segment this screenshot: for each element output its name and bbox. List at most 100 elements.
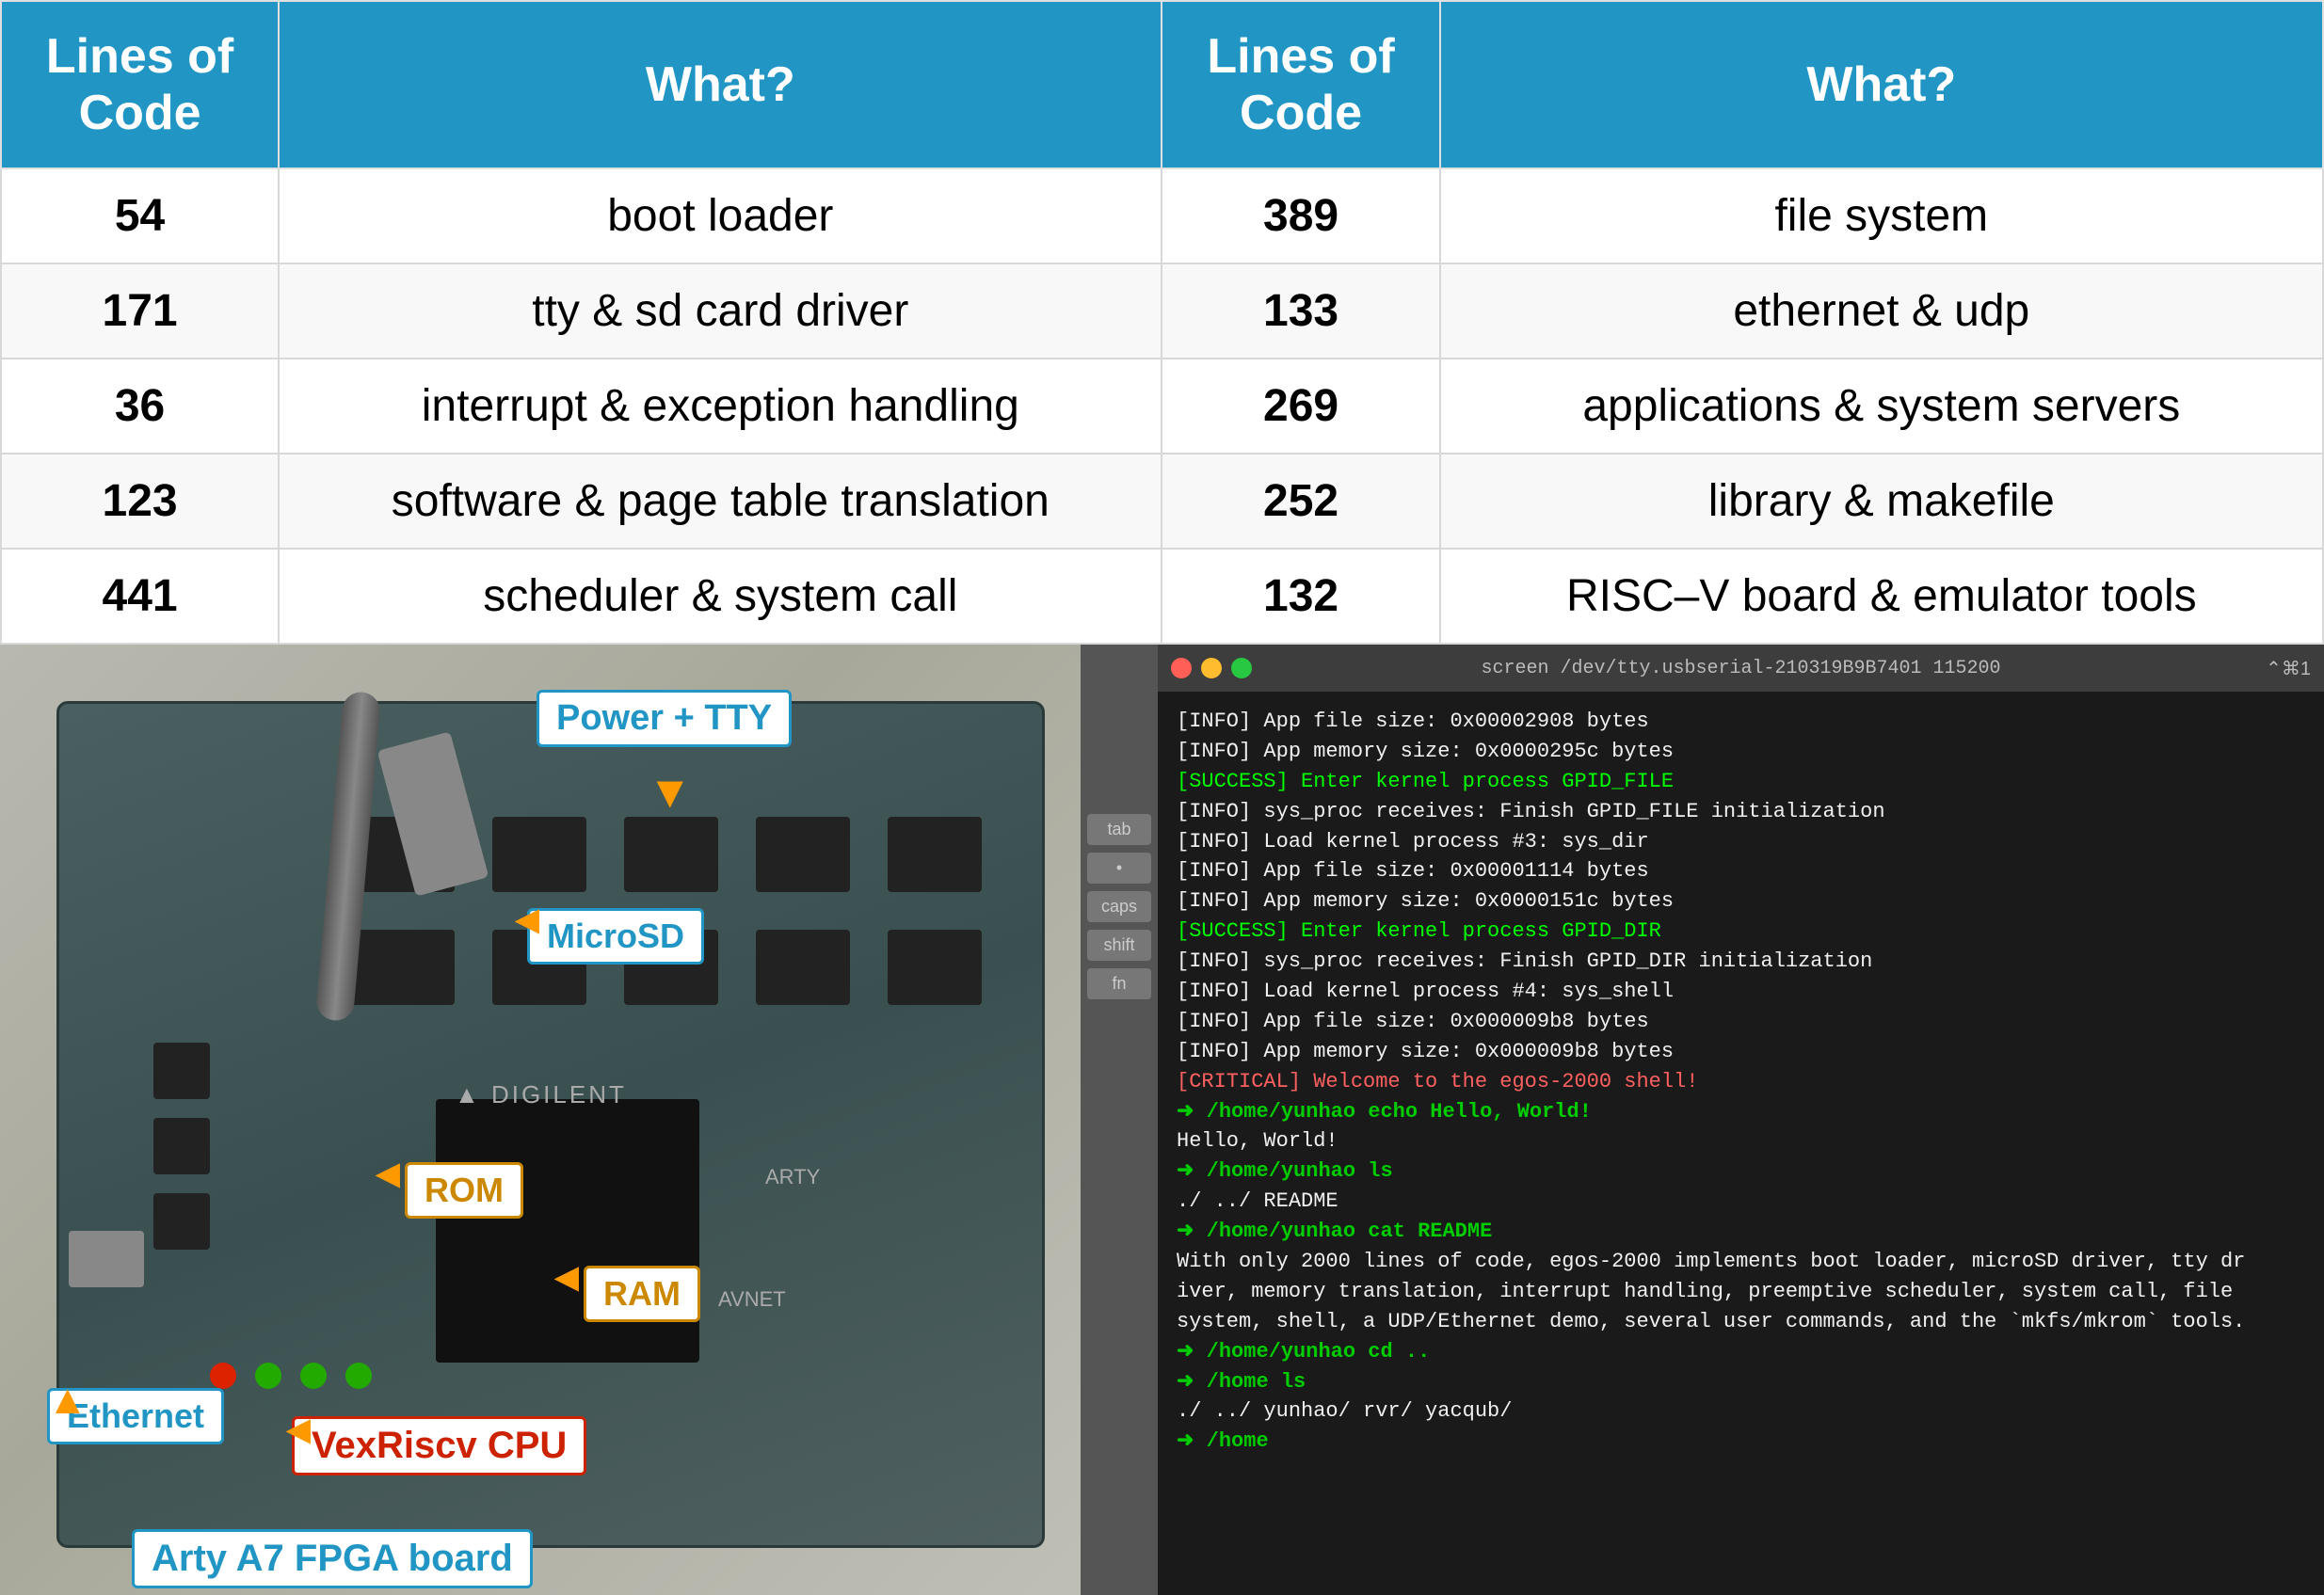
what1-cell: software & page table translation [279, 454, 1162, 549]
terminal-line: system, shell, a UDP/Ethernet demo, seve… [1177, 1307, 2305, 1337]
label-rom: ROM [405, 1162, 523, 1219]
chip3 [624, 817, 718, 892]
what2-cell: applications & system servers [1440, 359, 2323, 454]
terminal-line: [INFO] Load kernel process #4: sys_shell [1177, 977, 2305, 1007]
chip4 [756, 817, 850, 892]
loc2-cell: 132 [1162, 549, 1439, 644]
terminal-line: ➜ /home/yunhao cd .. [1177, 1337, 2305, 1367]
terminal-text: [INFO] App memory size: 0x000009b8 bytes [1177, 1040, 1674, 1063]
buttons-row [210, 1363, 372, 1389]
loc1-cell: 123 [1, 454, 279, 549]
terminal-text: [INFO] App file size: 0x00002908 bytes [1177, 710, 1649, 733]
terminal-window: screen /dev/tty.usbserial-210319B9B7401 … [1158, 645, 2324, 1595]
table-row: 171 tty & sd card driver 133 ethernet & … [1, 263, 2323, 359]
chip-small3 [153, 1193, 210, 1250]
terminal-line: ./ ../ yunhao/ rvr/ yacqub/ [1177, 1396, 2305, 1427]
terminal-line: ➜ /home [1177, 1427, 2305, 1457]
terminal-text: ➜ /home/yunhao echo Hello, World! [1177, 1100, 1592, 1124]
terminal-text: ➜ /home/yunhao cat README [1177, 1220, 1492, 1243]
chip5 [888, 817, 982, 892]
what2-cell: RISC–V board & emulator tools [1440, 549, 2323, 644]
what2-cell: library & makefile [1440, 454, 2323, 549]
label-ram: RAM [584, 1266, 700, 1322]
loc1-cell: 441 [1, 549, 279, 644]
terminal-text: ➜ /home [1177, 1429, 1269, 1453]
terminal-line: [INFO] App file size: 0x00002908 bytes [1177, 707, 2305, 737]
terminal-text: ./ ../ README [1177, 1189, 1338, 1213]
terminal-text: [INFO] Load kernel process #4: sys_shell [1177, 980, 1674, 1003]
minimize-button[interactable] [1201, 658, 1222, 678]
terminal-text: ➜ /home/yunhao ls [1177, 1159, 1393, 1183]
terminal-text: [INFO] App file size: 0x000009b8 bytes [1177, 1010, 1649, 1033]
terminal-line: [SUCCESS] Enter kernel process GPID_DIR [1177, 917, 2305, 947]
loc1-cell: 36 [1, 359, 279, 454]
terminal-line: [INFO] App file size: 0x00001114 bytes [1177, 856, 2305, 886]
terminal-line: ➜ /home/yunhao ls [1177, 1156, 2305, 1187]
top-section: Lines of Code What? Lines of Code What? … [0, 0, 2324, 645]
label-arty: Arty A7 FPGA board [132, 1529, 533, 1588]
terminal-text: [INFO] App memory size: 0x0000295c bytes [1177, 740, 1674, 763]
close-button[interactable] [1171, 658, 1192, 678]
arrow-microsd: ◄ [506, 897, 548, 944]
key-dot: • [1087, 853, 1151, 884]
brand-arty: ARTY [765, 1165, 820, 1189]
brand-avnet: AVNET [718, 1287, 786, 1312]
terminal-body: [INFO] App file size: 0x00002908 bytes [I… [1158, 692, 2324, 1595]
what2-cell: ethernet & udp [1440, 263, 2323, 359]
what1-cell: interrupt & exception handling [279, 359, 1162, 454]
table-row: 36 interrupt & exception handling 269 ap… [1, 359, 2323, 454]
table-row: 123 software & page table translation 25… [1, 454, 2323, 549]
board-photo: ▲ DIGILENT ARTY AVNET Power + TTY ▼ Micr… [0, 645, 1158, 1595]
arrow-rom: ◄ [367, 1151, 409, 1198]
terminal-text: ➜ /home ls [1177, 1370, 1306, 1394]
terminal-text: [INFO] App memory size: 0x0000151c bytes [1177, 889, 1674, 913]
terminal-text: system, shell, a UDP/Ethernet demo, seve… [1177, 1310, 2245, 1333]
header-loc1: Lines of Code [1, 1, 279, 168]
loc2-cell: 133 [1162, 263, 1439, 359]
keyboard-strip: tab • caps shift fn [1081, 645, 1158, 1595]
terminal-line: ➜ /home ls [1177, 1367, 2305, 1397]
arrow-vexriscv: ◄ [278, 1407, 319, 1454]
btn-green2 [300, 1363, 327, 1389]
label-powertty: Power + TTY [537, 690, 792, 747]
key-caps: caps [1087, 891, 1151, 922]
header-loc2: Lines of Code [1162, 1, 1439, 168]
loc2-cell: 389 [1162, 168, 1439, 263]
loc2-cell: 269 [1162, 359, 1439, 454]
maximize-button[interactable] [1231, 658, 1252, 678]
terminal-text: [INFO] sys_proc receives: Finish GPID_FI… [1177, 800, 1885, 823]
table-row: 441 scheduler & system call 132 RISC–V b… [1, 549, 2323, 644]
bottom-section: ▲ DIGILENT ARTY AVNET Power + TTY ▼ Micr… [0, 645, 2324, 1595]
terminal-line: Hello, World! [1177, 1126, 2305, 1156]
terminal-text: Hello, World! [1177, 1129, 1338, 1153]
btn-red [210, 1363, 236, 1389]
terminal-text: [SUCCESS] Enter kernel process GPID_FILE [1177, 770, 1674, 793]
terminal-line: [INFO] sys_proc receives: Finish GPID_DI… [1177, 947, 2305, 977]
terminal-line: [SUCCESS] Enter kernel process GPID_FILE [1177, 767, 2305, 797]
terminal-line: ./ ../ README [1177, 1187, 2305, 1217]
chip2 [492, 817, 586, 892]
terminal-line: ➜ /home/yunhao echo Hello, World! [1177, 1097, 2305, 1127]
what1-cell: scheduler & system call [279, 549, 1162, 644]
label-vexriscv: VexRiscv CPU [292, 1416, 586, 1475]
terminal-text: [INFO] Load kernel process #3: sys_dir [1177, 830, 1649, 853]
terminal-line: [INFO] App memory size: 0x0000151c bytes [1177, 886, 2305, 917]
terminal-text: With only 2000 lines of code, egos-2000 … [1177, 1250, 2245, 1273]
terminal-line: With only 2000 lines of code, egos-2000 … [1177, 1247, 2305, 1277]
terminal-text: [CRITICAL] Welcome to the egos-2000 shel… [1177, 1070, 1699, 1093]
terminal-text: ➜ /home/yunhao cd .. [1177, 1340, 1430, 1364]
what2-cell: file system [1440, 168, 2323, 263]
ethernet-port [69, 1231, 144, 1287]
brand-digilent: ▲ DIGILENT [455, 1080, 627, 1109]
terminal-line: [CRITICAL] Welcome to the egos-2000 shel… [1177, 1067, 2305, 1097]
chip9 [756, 930, 850, 1005]
lines-of-code-table: Lines of Code What? Lines of Code What? … [0, 0, 2324, 645]
terminal-text: [SUCCESS] Enter kernel process GPID_DIR [1177, 919, 1661, 943]
chip10 [888, 930, 982, 1005]
fpga-chip [436, 1099, 699, 1363]
table-row: 54 boot loader 389 file system [1, 168, 2323, 263]
key-tab: tab [1087, 814, 1151, 845]
arrow-powertty: ▼ [648, 767, 693, 819]
key-shift: shift [1087, 930, 1151, 961]
terminal-line: [INFO] App memory size: 0x000009b8 bytes [1177, 1037, 2305, 1067]
